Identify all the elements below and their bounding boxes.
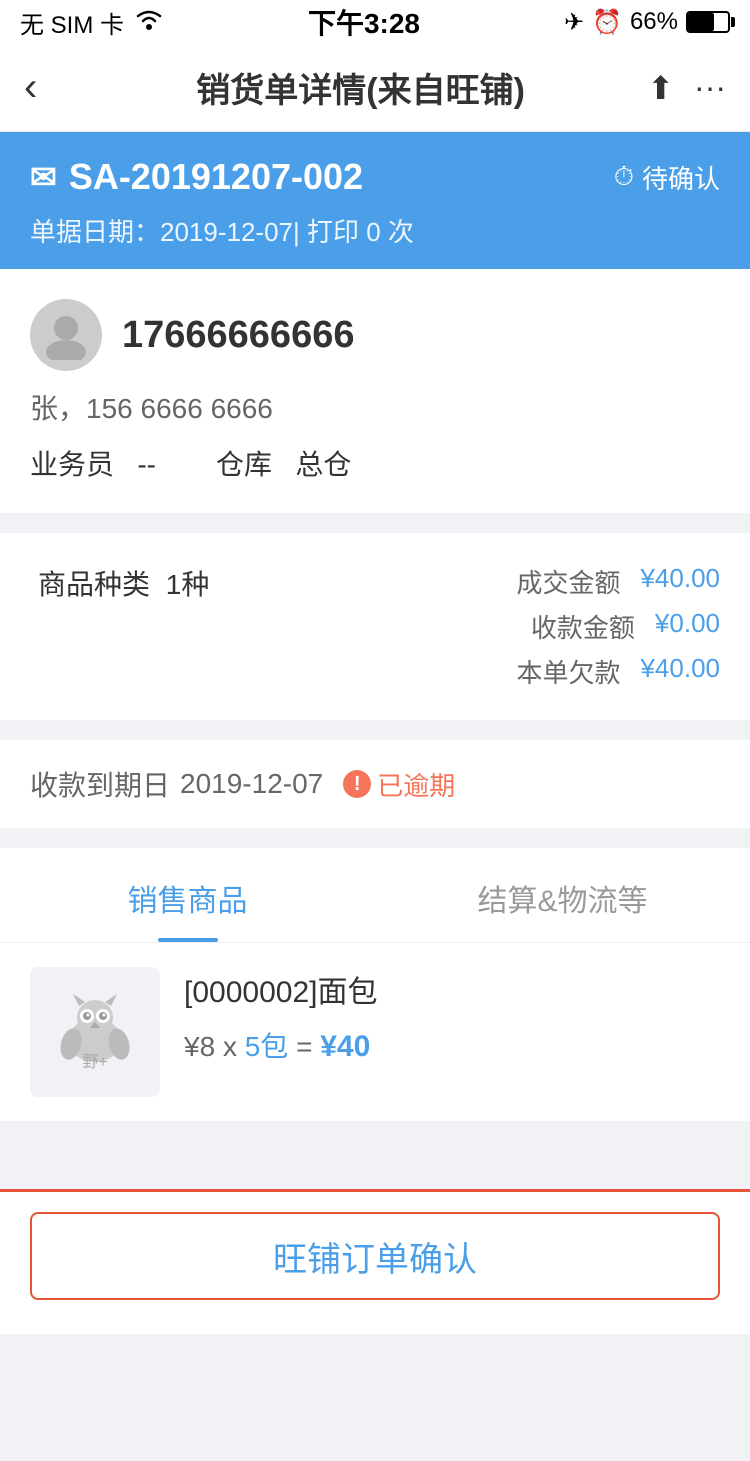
tab-settlement-label: 结算&物流等 — [477, 885, 647, 918]
tab-settlement[interactable]: 结算&物流等 — [375, 848, 750, 942]
overdue-icon: ! — [343, 770, 371, 798]
due-section: 收款到期日 2019-12-07 ! 已逾期 — [0, 740, 750, 828]
warehouse-value: 总仓 — [295, 449, 351, 480]
amount-row-0: 成交金额 ¥40.00 — [516, 563, 720, 600]
order-banner: ✉ SA-20191207-002 ⏱ 待确认 单据日期：2019-12-07|… — [0, 132, 750, 269]
amount-value-2: ¥40.00 — [640, 653, 720, 690]
order-banner-top: ✉ SA-20191207-002 ⏱ 待确认 — [30, 156, 720, 198]
avatar — [30, 299, 102, 371]
product-thumb-logo: 野+ — [55, 992, 135, 1072]
product-type-label: 商品种类 — [38, 569, 150, 600]
amount-label-1: 收款金额 — [531, 608, 635, 645]
status-left: 无 SIM 卡 — [20, 5, 164, 40]
order-status: ⏱ 待确认 — [614, 159, 720, 196]
order-date-info: 单据日期：2019-12-07| 打印 0 次 — [30, 212, 720, 249]
location-icon: ✈ — [564, 8, 584, 37]
price-unit: ¥8 — [184, 1031, 215, 1062]
due-date-value: 2019-12-07 — [180, 768, 323, 800]
tabs-section: 销售商品 结算&物流等 — [0, 848, 750, 1121]
order-id: ✉ SA-20191207-002 — [30, 156, 363, 198]
share-icon[interactable]: ⬆ — [647, 69, 674, 107]
warehouse-info: 仓库 总仓 — [216, 443, 351, 483]
status-bar: 无 SIM 卡 下午3:28 ✈ ⏰ 66% — [0, 0, 750, 44]
overdue-badge: ! 已逾期 — [343, 766, 455, 803]
nav-actions: ⬆ ··· — [647, 69, 726, 107]
product-type: 商品种类 1种 — [30, 563, 209, 603]
product-price: ¥8 x 5包 = ¥40 — [184, 1025, 720, 1065]
sales-info: 业务员 -- — [30, 443, 156, 483]
amount-label-0: 成交金额 — [516, 563, 620, 600]
svg-text:野+: 野+ — [82, 1053, 107, 1071]
more-icon[interactable]: ··· — [694, 69, 726, 106]
tabs: 销售商品 结算&物流等 — [0, 848, 750, 943]
order-icon: ✉ — [30, 158, 57, 196]
back-button[interactable]: ‹ — [24, 65, 74, 110]
page-title: 销货单详情(来自旺铺) — [74, 63, 647, 112]
order-date: 2019-12-07 — [160, 217, 293, 247]
nav-bar: ‹ 销货单详情(来自旺铺) ⬆ ··· — [0, 44, 750, 132]
print-info: | 打印 0 次 — [293, 217, 414, 247]
financial-row: 商品种类 1种 成交金额 ¥40.00 收款金额 ¥0.00 本单欠款 ¥40.… — [30, 563, 720, 690]
alarm-icon: ⏰ — [592, 8, 622, 37]
product-thumbnail: 野+ — [30, 967, 160, 1097]
amount-row-2: 本单欠款 ¥40.00 — [516, 653, 720, 690]
confirm-button-label: 旺铺订单确认 — [273, 1232, 477, 1281]
warehouse-label: 仓库 — [216, 449, 272, 480]
amount-value-1: ¥0.00 — [655, 608, 720, 645]
amount-row-1: 收款金额 ¥0.00 — [531, 608, 720, 645]
customer-phone: 17666666666 — [122, 314, 354, 357]
order-id-text: SA-20191207-002 — [69, 156, 363, 198]
status-text: 待确认 — [642, 159, 720, 196]
amount-value-0: ¥40.00 — [640, 563, 720, 600]
product-type-value: 1种 — [166, 569, 210, 600]
multiply-sign: x — [223, 1031, 245, 1062]
status-right: ✈ ⏰ 66% — [564, 8, 730, 37]
bottom-bar: 旺铺订单确认 — [0, 1189, 750, 1334]
equals-sign: = — [296, 1031, 320, 1062]
amounts: 成交金额 ¥40.00 收款金额 ¥0.00 本单欠款 ¥40.00 — [516, 563, 720, 690]
tab-products[interactable]: 销售商品 — [0, 848, 375, 942]
customer-section: 17666666666 张，156 6666 6666 业务员 -- 仓库 总仓 — [0, 269, 750, 513]
confirm-order-button[interactable]: 旺铺订单确认 — [30, 1212, 720, 1300]
date-label: 单据日期： — [30, 217, 160, 247]
customer-meta: 业务员 -- 仓库 总仓 — [30, 443, 720, 483]
product-total: ¥40 — [320, 1030, 370, 1063]
tab-products-label: 销售商品 — [128, 885, 248, 918]
overdue-text: 已逾期 — [377, 766, 455, 803]
battery-icon — [686, 11, 730, 33]
customer-top: 17666666666 — [30, 299, 720, 371]
wifi-icon — [134, 8, 164, 37]
financial-section: 商品种类 1种 成交金额 ¥40.00 收款金额 ¥0.00 本单欠款 ¥40.… — [0, 533, 750, 720]
amount-label-2: 本单欠款 — [516, 653, 620, 690]
sales-value: -- — [137, 449, 156, 480]
product-item: 野+ [0000002]面包 ¥8 x 5包 = ¥40 — [0, 943, 750, 1121]
status-clock-icon: ⏱ — [614, 161, 634, 193]
carrier-label: 无 SIM 卡 — [20, 5, 124, 40]
customer-name: 张，156 6666 6666 — [30, 387, 720, 427]
product-qty: 5包 — [245, 1031, 289, 1062]
sales-label: 业务员 — [30, 449, 114, 480]
status-time: 下午3:28 — [308, 2, 420, 42]
product-name: [0000002]面包 — [184, 967, 720, 1011]
product-info: [0000002]面包 ¥8 x 5包 = ¥40 — [184, 967, 720, 1065]
battery-percent: 66% — [630, 8, 678, 36]
due-date-label: 收款到期日 — [30, 764, 170, 804]
